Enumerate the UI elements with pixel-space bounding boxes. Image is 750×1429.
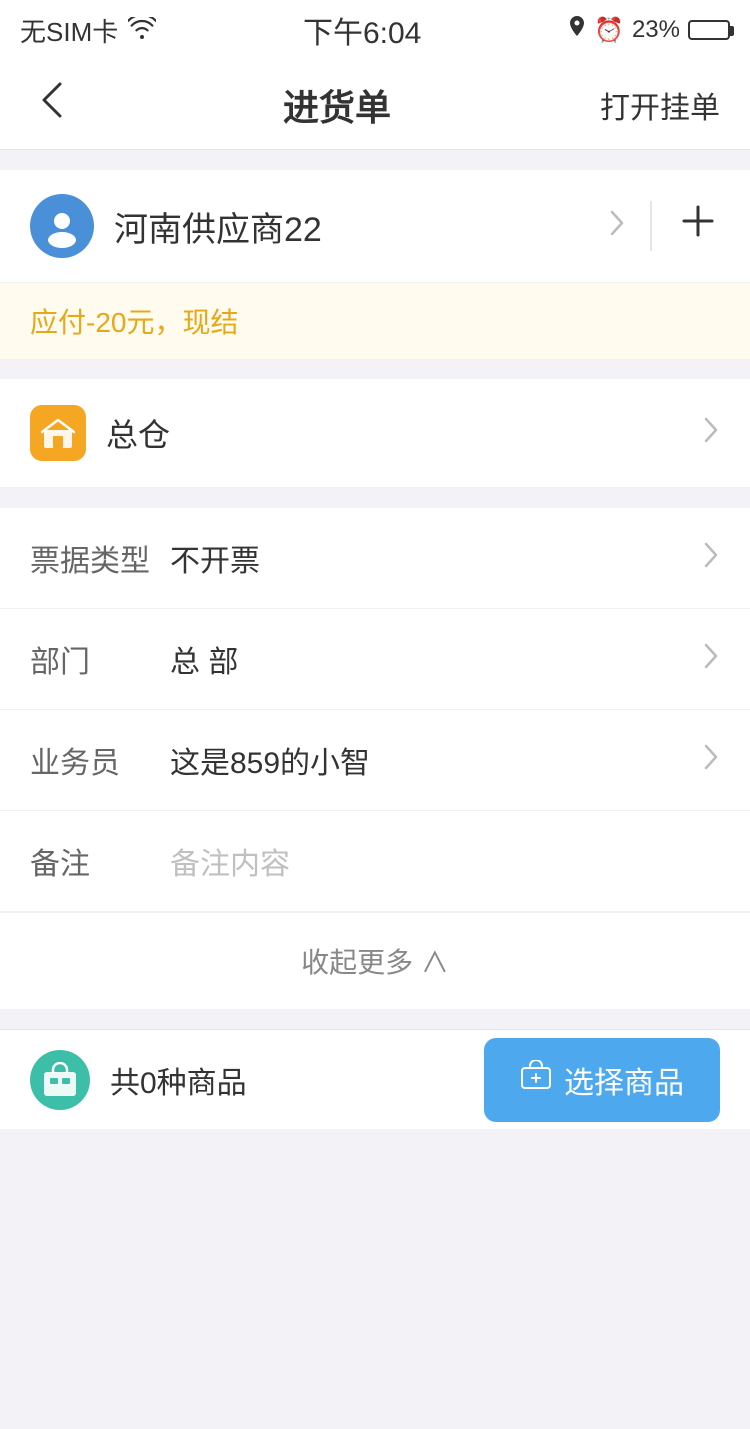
warehouse-chevron-icon xyxy=(702,415,720,452)
battery-pct: 23% xyxy=(632,16,680,44)
salesperson-row[interactable]: 业务员 这是859的小智 xyxy=(0,710,750,811)
supplier-section: 河南供应商22 应付-20元，现结 xyxy=(0,170,750,359)
cart-icon xyxy=(520,1060,552,1099)
vertical-divider xyxy=(650,201,652,251)
battery-icon xyxy=(688,20,730,40)
nav-bar: 进货单 打开挂单 xyxy=(0,60,750,150)
gray-background xyxy=(0,1129,750,1429)
warehouse-label: 总仓 xyxy=(106,410,686,456)
remark-input[interactable]: 备注内容 xyxy=(170,839,720,883)
select-product-button[interactable]: 选择商品 xyxy=(484,1038,720,1122)
salesperson-label: 业务员 xyxy=(30,738,170,782)
supplier-row[interactable]: 河南供应商22 xyxy=(0,170,750,283)
collapse-label: 收起更多 ∧ xyxy=(301,947,449,978)
notice-banner: 应付-20元，现结 xyxy=(0,283,750,359)
status-right: ⏰ 23% xyxy=(568,16,730,45)
product-icon xyxy=(30,1050,90,1110)
top-divider xyxy=(0,150,750,170)
back-button[interactable] xyxy=(30,70,74,140)
supplier-chevron-icon xyxy=(608,208,626,245)
department-chevron-icon xyxy=(702,641,720,678)
department-value: 总 部 xyxy=(170,637,702,681)
add-button[interactable] xyxy=(676,199,720,254)
alarm-icon: ⏰ xyxy=(594,16,624,45)
invoice-row[interactable]: 票据类型 不开票 xyxy=(0,508,750,609)
page-title: 进货单 xyxy=(283,79,391,131)
bottom-divider xyxy=(0,1009,750,1029)
form-section: 票据类型 不开票 部门 总 部 业务员 这是859的小智 备注 备注内容 xyxy=(0,508,750,1009)
open-pending-button[interactable]: 打开挂单 xyxy=(600,83,720,127)
department-row[interactable]: 部门 总 部 xyxy=(0,609,750,710)
remark-row[interactable]: 备注 备注内容 xyxy=(0,811,750,912)
invoice-label: 票据类型 xyxy=(30,536,170,580)
warehouse-icon xyxy=(30,405,86,461)
salesperson-chevron-icon xyxy=(702,742,720,779)
middle-divider1 xyxy=(0,359,750,379)
bottom-bar: 共0种商品 选择商品 xyxy=(0,1029,750,1129)
middle-divider2 xyxy=(0,488,750,508)
status-time: 下午6:04 xyxy=(303,8,421,52)
wifi-icon xyxy=(128,15,156,46)
notice-text: 应付-20元，现结 xyxy=(30,307,238,338)
status-left: 无SIM卡 xyxy=(20,12,156,49)
supplier-name: 河南供应商22 xyxy=(114,202,592,251)
product-count-label: 共0种商品 xyxy=(110,1058,484,1102)
carrier-label: 无SIM卡 xyxy=(20,12,118,49)
invoice-chevron-icon xyxy=(702,540,720,577)
select-product-label: 选择商品 xyxy=(564,1058,684,1102)
salesperson-value: 这是859的小智 xyxy=(170,738,702,782)
status-bar: 无SIM卡 下午6:04 ⏰ 23% xyxy=(0,0,750,60)
remark-label: 备注 xyxy=(30,839,170,883)
warehouse-section: 总仓 xyxy=(0,379,750,488)
invoice-value: 不开票 xyxy=(170,536,702,580)
department-label: 部门 xyxy=(30,637,170,681)
warehouse-row[interactable]: 总仓 xyxy=(0,379,750,488)
collapse-button[interactable]: 收起更多 ∧ xyxy=(0,912,750,1009)
supplier-avatar xyxy=(30,194,94,258)
location-icon xyxy=(568,16,586,45)
